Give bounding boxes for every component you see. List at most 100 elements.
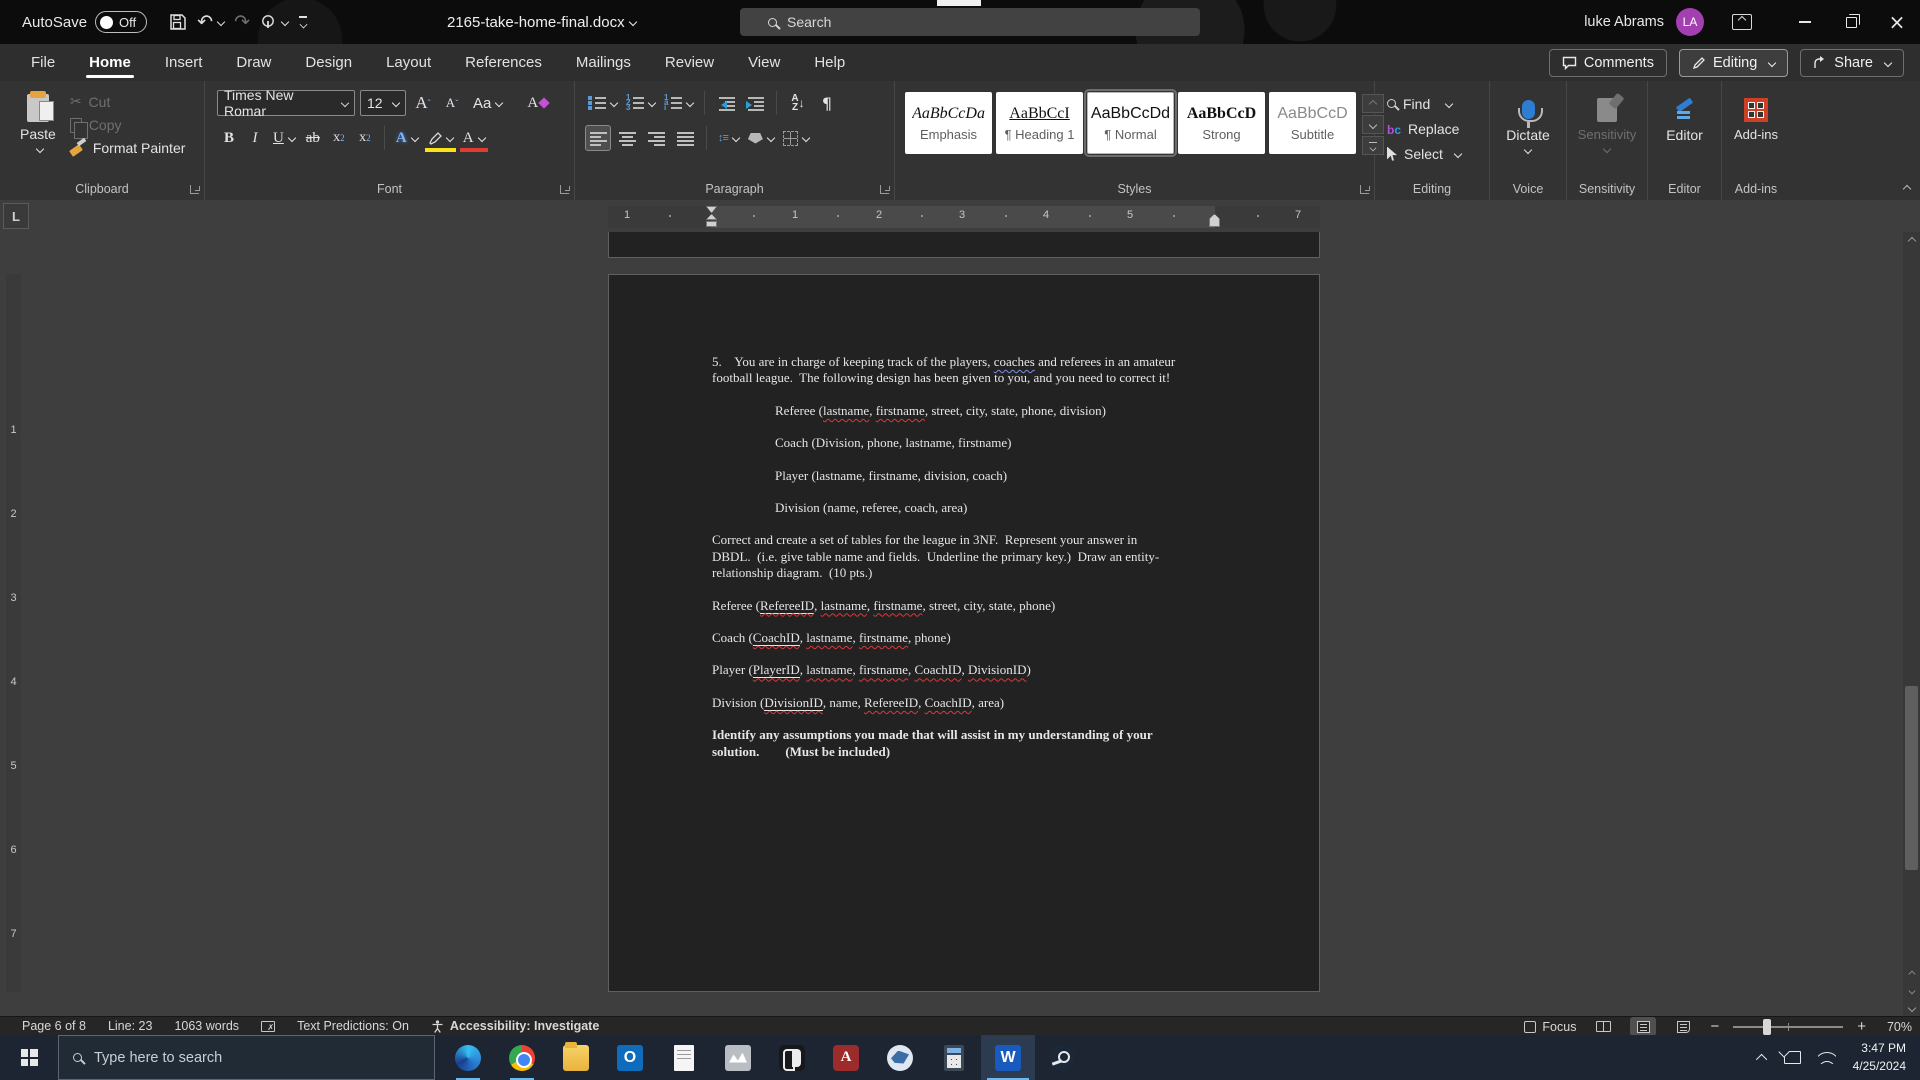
proofing-errors-button[interactable]: ✗	[261, 1021, 275, 1032]
taskbar-search[interactable]: Type here to search	[58, 1035, 435, 1080]
paragraph-dialog-launcher[interactable]	[880, 185, 889, 194]
wifi-icon[interactable]	[1818, 1052, 1836, 1064]
justify-button[interactable]	[672, 125, 698, 151]
shading-button[interactable]	[745, 125, 777, 151]
tray-expand-icon[interactable]	[1756, 1053, 1767, 1064]
undo-button[interactable]: ↶	[197, 11, 224, 34]
align-center-button[interactable]	[614, 125, 640, 151]
select-button[interactable]: Select	[1387, 141, 1485, 166]
taskbar-dolphin-icon[interactable]	[873, 1035, 927, 1080]
font-color-button[interactable]: A	[459, 125, 489, 151]
style-strong[interactable]: AaBbCcDStrong	[1178, 92, 1265, 154]
style-heading1[interactable]: AaBbCcI¶ Heading 1	[996, 92, 1083, 154]
align-left-button[interactable]	[585, 125, 611, 151]
scroll-up-button[interactable]	[1903, 232, 1920, 249]
redo-button[interactable]: ↷	[234, 11, 250, 34]
tab-references[interactable]: References	[448, 44, 559, 81]
user-name[interactable]: luke Abrams	[1584, 14, 1664, 30]
zoom-slider[interactable]	[1733, 1026, 1843, 1028]
vertical-scrollbar[interactable]	[1903, 232, 1920, 1016]
page-indicator[interactable]: Page 6 of 8	[22, 1019, 86, 1033]
zoom-level[interactable]: 70%	[1880, 1020, 1912, 1034]
font-dialog-launcher[interactable]	[560, 185, 569, 194]
taskbar-steam-icon[interactable]	[1035, 1035, 1089, 1080]
taskbar-calculator-icon[interactable]	[927, 1035, 981, 1080]
increase-indent-button[interactable]	[742, 90, 768, 116]
zoom-in-button[interactable]: +	[1857, 1018, 1866, 1035]
collapse-ribbon-button[interactable]	[1899, 177, 1910, 195]
tab-layout[interactable]: Layout	[369, 44, 448, 81]
taskbar-media-icon[interactable]	[711, 1035, 765, 1080]
tab-file[interactable]: File	[14, 44, 72, 81]
zoom-slider-thumb[interactable]	[1763, 1019, 1771, 1035]
close-button[interactable]: ×	[1874, 0, 1920, 44]
tab-mailings[interactable]: Mailings	[559, 44, 648, 81]
replace-button[interactable]: bcReplace	[1387, 116, 1485, 141]
borders-button[interactable]	[780, 125, 812, 151]
strikethrough-button[interactable]: ab	[301, 125, 325, 151]
document-text[interactable]: 5. You are in charge of keeping track of…	[712, 354, 1175, 760]
start-button[interactable]	[0, 1035, 58, 1080]
zoom-out-button[interactable]: −	[1710, 1018, 1719, 1035]
styles-dialog-launcher[interactable]	[1360, 185, 1369, 194]
style-subtitle[interactable]: AaBbCcDSubtitle	[1269, 92, 1356, 154]
highlight-color-button[interactable]	[424, 125, 457, 151]
vertical-ruler[interactable]: 1234567	[6, 274, 21, 992]
save-button[interactable]	[169, 13, 187, 31]
hardware-icon[interactable]	[1784, 1051, 1801, 1064]
autosave-control[interactable]: AutoSave Off	[22, 11, 147, 33]
tab-insert[interactable]: Insert	[148, 44, 220, 81]
find-button[interactable]: Find	[1387, 91, 1485, 116]
taskbar-switch-icon[interactable]	[765, 1035, 819, 1080]
ribbon-display-options-icon[interactable]	[1732, 14, 1752, 30]
taskbar-chrome-icon[interactable]	[495, 1035, 549, 1080]
sort-button[interactable]: AZ↓	[785, 90, 811, 116]
numbering-button[interactable]: 123	[623, 90, 658, 116]
shrink-font-button[interactable]: Aˇ	[440, 90, 464, 116]
addins-button[interactable]: Add-ins	[1722, 92, 1790, 146]
style-emphasis[interactable]: AaBbCcDaEmphasis	[905, 92, 992, 154]
underline-button[interactable]: U	[269, 125, 299, 151]
decrease-indent-button[interactable]	[713, 90, 739, 116]
multilevel-list-button[interactable]: 1ai	[661, 90, 696, 116]
show-formatting-button[interactable]: ¶	[814, 90, 840, 116]
tab-home[interactable]: Home	[72, 44, 148, 81]
print-layout-button[interactable]	[1630, 1017, 1656, 1036]
taskbar-clock[interactable]: 3:47 PM 4/25/2024	[1853, 1040, 1906, 1075]
minimize-button[interactable]	[1782, 0, 1828, 44]
italic-button[interactable]: I	[243, 125, 267, 151]
avatar[interactable]: LA	[1676, 8, 1704, 36]
dictate-button[interactable]: Dictate	[1490, 92, 1566, 157]
sensitivity-button[interactable]: Sensitivity	[1567, 92, 1647, 156]
share-button[interactable]: Share	[1800, 49, 1904, 77]
change-case-button[interactable]: Aa	[469, 90, 506, 116]
font-size-select[interactable]: 12	[360, 90, 406, 116]
editor-button[interactable]: Editor	[1648, 92, 1721, 147]
grow-font-button[interactable]: Aˆ	[411, 90, 435, 116]
tab-view[interactable]: View	[731, 44, 797, 81]
text-predictions[interactable]: Text Predictions: On	[297, 1019, 409, 1033]
cut-button[interactable]: ✂Cut	[70, 94, 186, 110]
scrollbar-thumb[interactable]	[1905, 686, 1918, 870]
read-mode-button[interactable]	[1590, 1017, 1616, 1036]
line-spacing-button[interactable]: ↕≡	[715, 125, 742, 151]
align-right-button[interactable]	[643, 125, 669, 151]
superscript-button[interactable]: x2	[353, 125, 377, 151]
tab-design[interactable]: Design	[288, 44, 369, 81]
taskbar-access-icon[interactable]: A	[819, 1035, 873, 1080]
touch-input-button[interactable]	[260, 14, 288, 31]
taskbar-edge-icon[interactable]	[441, 1035, 495, 1080]
editing-mode-button[interactable]: Editing	[1679, 49, 1788, 77]
document-page[interactable]: 5. You are in charge of keeping track of…	[608, 274, 1320, 992]
clipboard-dialog-launcher[interactable]	[190, 185, 199, 194]
tab-help[interactable]: Help	[797, 44, 862, 81]
web-layout-button[interactable]	[1670, 1017, 1696, 1036]
restore-button[interactable]	[1828, 0, 1874, 44]
word-count[interactable]: 1063 words	[174, 1019, 239, 1033]
tab-draw[interactable]: Draw	[219, 44, 288, 81]
comments-button[interactable]: Comments	[1549, 49, 1667, 77]
next-page-button[interactable]	[1903, 982, 1920, 999]
taskbar-word-icon[interactable]: W	[981, 1035, 1035, 1080]
autosave-toggle[interactable]: Off	[95, 11, 147, 33]
previous-page-button[interactable]	[1903, 965, 1920, 982]
